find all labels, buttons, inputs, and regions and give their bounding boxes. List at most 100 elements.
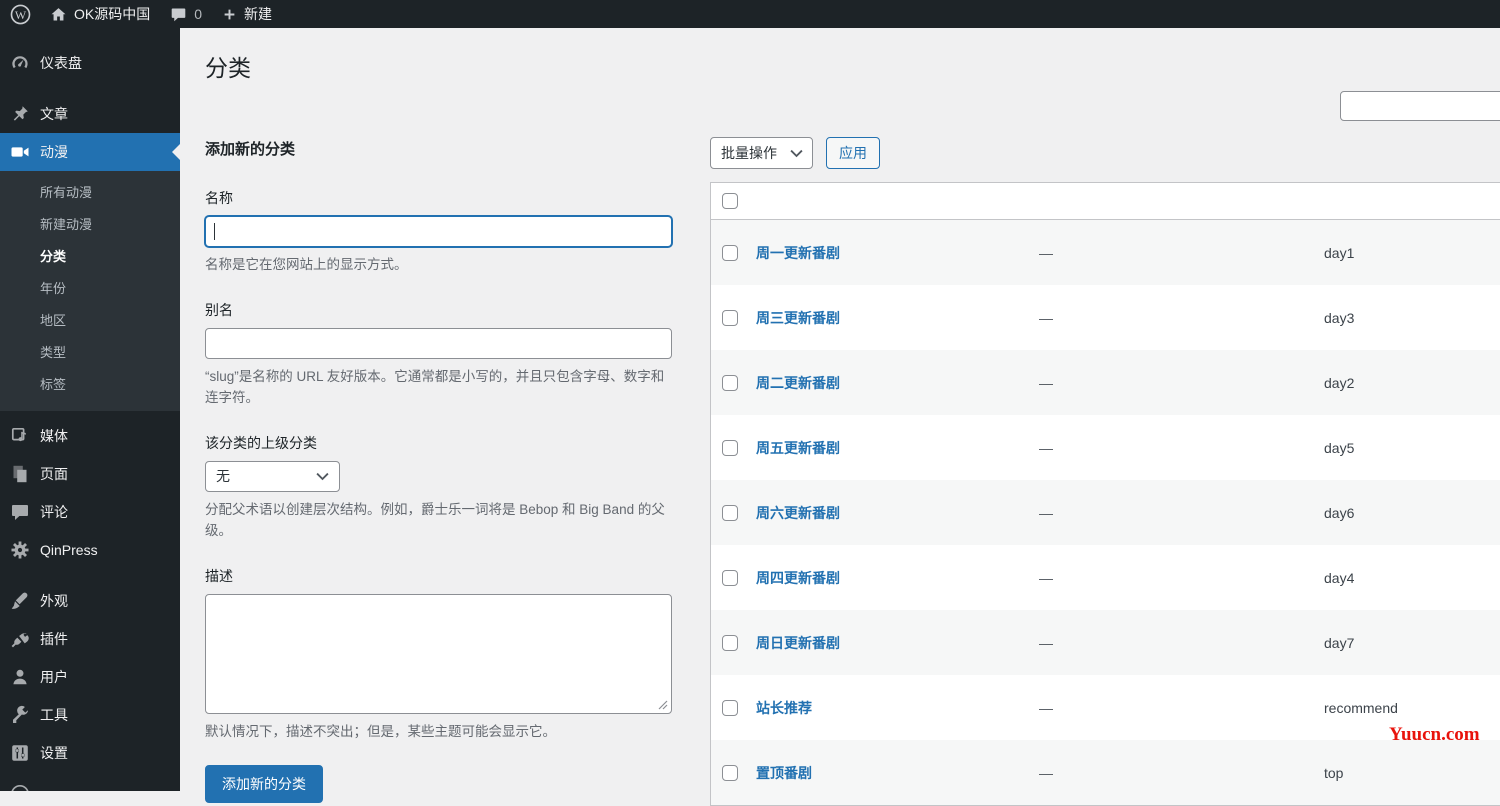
term-description: — — [1039, 699, 1053, 716]
term-name-link[interactable]: 站长推荐 — [756, 698, 1039, 718]
bulk-actions-select[interactable]: 批量操作 — [710, 137, 813, 169]
visit-site-link[interactable]: OK源码中国 — [40, 0, 160, 28]
row-checkbox[interactable] — [722, 569, 738, 586]
sidebar-item[interactable]: 动漫 — [0, 133, 180, 171]
sidebar-item-label: 媒体 — [40, 428, 68, 444]
table-row: 站长推荐 — recommend — [711, 675, 1500, 740]
sidebar-item[interactable]: 评论 — [0, 493, 180, 531]
sidebar-item[interactable]: 工具 — [0, 696, 180, 734]
term-name-link[interactable]: 周二更新番剧 — [756, 373, 1039, 393]
term-name-link[interactable]: 周三更新番剧 — [756, 308, 1039, 328]
row-checkbox[interactable] — [722, 764, 738, 781]
submenu-item[interactable]: 分类 — [0, 241, 180, 273]
sidebar-item-label: 文章 — [40, 106, 68, 122]
sidebar-item[interactable]: 插件 — [0, 620, 180, 658]
term-name-link[interactable]: 周五更新番剧 — [756, 438, 1039, 458]
submenu-item-label: 新建动漫 — [40, 217, 93, 232]
sidebar-item[interactable]: 页面 — [0, 455, 180, 493]
term-name-link[interactable]: 周一更新番剧 — [756, 243, 1039, 263]
search-terms-input[interactable] — [1340, 91, 1500, 121]
text-caret — [214, 223, 215, 240]
anime-submenu: 所有动漫 新建动漫 分类 年份 地区 类型 标签 — [0, 171, 180, 411]
add-term-submit-button[interactable]: 添加新的分类 — [205, 764, 323, 803]
sidebar-item-label: 页面 — [40, 466, 68, 482]
submenu-item[interactable]: 标签 — [0, 369, 180, 401]
parent-help-text: 分配父术语以创建层次结构。例如，爵士乐一词将是 Bebop 和 Big Band… — [205, 501, 665, 538]
bulk-actions-value: 批量操作 — [721, 145, 777, 161]
wordpress-menu-button[interactable]: W — [0, 0, 40, 28]
add-term-heading: 添加新的分类 — [205, 141, 296, 158]
row-checkbox[interactable] — [722, 504, 738, 521]
term-description: — — [1039, 764, 1053, 781]
name-help-text: 名称是它在您网站上的显示方式。 — [205, 257, 408, 272]
sidebar-item-label: 外观 — [40, 593, 68, 609]
select-all-checkbox[interactable] — [722, 193, 738, 209]
row-checkbox[interactable] — [722, 439, 738, 456]
sidebar-item[interactable]: 仪表盘 — [0, 44, 180, 82]
submenu-item[interactable]: 年份 — [0, 273, 180, 305]
sidebar-item[interactable]: 文章 — [0, 95, 180, 133]
submenu-item[interactable]: 新建动漫 — [0, 209, 180, 241]
row-checkbox[interactable] — [722, 374, 738, 391]
submenu-item-label: 年份 — [40, 281, 67, 296]
resize-handle-icon[interactable] — [658, 700, 668, 710]
term-description: — — [1039, 374, 1053, 391]
slug-field-group: 别名 “slug”是名称的 URL 友好版本。它通常都是小写的，并且只包含字母、… — [205, 300, 672, 409]
post-icon — [10, 104, 30, 124]
submenu-item[interactable]: 类型 — [0, 337, 180, 369]
table-row: 周日更新番剧 — day7 — [711, 610, 1500, 675]
term-slug: day6 — [1324, 504, 1355, 521]
comments-icon — [10, 502, 30, 522]
submenu-item-label: 标签 — [40, 377, 67, 392]
sidebar-item-label: 设置 — [40, 745, 68, 761]
comments-shortcut[interactable]: 0 — [160, 0, 212, 28]
chevron-down-icon — [790, 149, 803, 158]
sidebar-item[interactable]: 媒体 — [0, 417, 180, 455]
slug-label: 别名 — [205, 301, 233, 318]
svg-text:W: W — [15, 7, 27, 21]
term-slug: day7 — [1324, 634, 1355, 651]
sidebar-item[interactable]: 外观 — [0, 582, 180, 620]
sidebar-item-label: 插件 — [40, 631, 68, 647]
term-description: — — [1039, 634, 1053, 651]
parent-field-group: 该分类的上级分类 无 分配父术语以创建层次结构。例如，爵士乐一词将是 Bebop… — [205, 433, 672, 542]
new-content-button[interactable]: 新建 — [212, 0, 282, 28]
term-slug: day3 — [1324, 309, 1355, 326]
watermark-text: Yuucn.com — [1389, 724, 1480, 745]
slug-help-text: “slug”是名称的 URL 友好版本。它通常都是小写的，并且只包含字母、数字和… — [205, 368, 665, 405]
plus-icon — [222, 7, 237, 22]
row-checkbox[interactable] — [722, 309, 738, 326]
plugin-icon — [10, 629, 30, 649]
video-icon — [10, 142, 30, 162]
term-description: — — [1039, 569, 1053, 586]
sidebar-item[interactable]: 用户 — [0, 658, 180, 696]
submenu-item[interactable]: 地区 — [0, 305, 180, 337]
sidebar-item[interactable] — [0, 775, 180, 791]
row-checkbox[interactable] — [722, 699, 738, 716]
term-name-link[interactable]: 周六更新番剧 — [756, 503, 1039, 523]
slug-input[interactable] — [205, 327, 672, 359]
sidebar-item-label: 工具 — [40, 707, 68, 723]
description-field-group: 描述 默认情况下，描述不突出；但是，某些主题可能会显示它。 — [205, 566, 672, 743]
term-name-link[interactable]: 置顶番剧 — [756, 763, 1039, 783]
name-label: 名称 — [205, 190, 233, 206]
term-name-link[interactable]: 周日更新番剧 — [756, 633, 1039, 653]
description-help-text: 默认情况下，描述不突出；但是，某些主题可能会显示它。 — [205, 723, 556, 739]
term-slug: day2 — [1324, 374, 1355, 391]
submenu-item-label: 所有动漫 — [40, 185, 93, 200]
sidebar-item[interactable]: QinPress — [0, 531, 180, 569]
admin-bar: W OK源码中国 0 新建 — [0, 0, 1500, 28]
apply-button[interactable]: 应用 — [826, 137, 880, 169]
row-checkbox[interactable] — [722, 634, 738, 651]
name-input[interactable] — [205, 216, 672, 247]
description-textarea[interactable] — [205, 593, 672, 714]
term-name-link[interactable]: 周四更新番剧 — [756, 568, 1039, 588]
dashboard-icon — [10, 53, 30, 73]
term-description: — — [1039, 504, 1053, 521]
parent-select[interactable]: 无 — [205, 460, 340, 492]
row-checkbox[interactable] — [722, 244, 738, 261]
sidebar-item-label: 仪表盘 — [40, 55, 82, 71]
parent-selected-value: 无 — [216, 468, 230, 485]
submenu-item[interactable]: 所有动漫 — [0, 177, 180, 209]
sidebar-item[interactable]: 设置 — [0, 734, 180, 772]
